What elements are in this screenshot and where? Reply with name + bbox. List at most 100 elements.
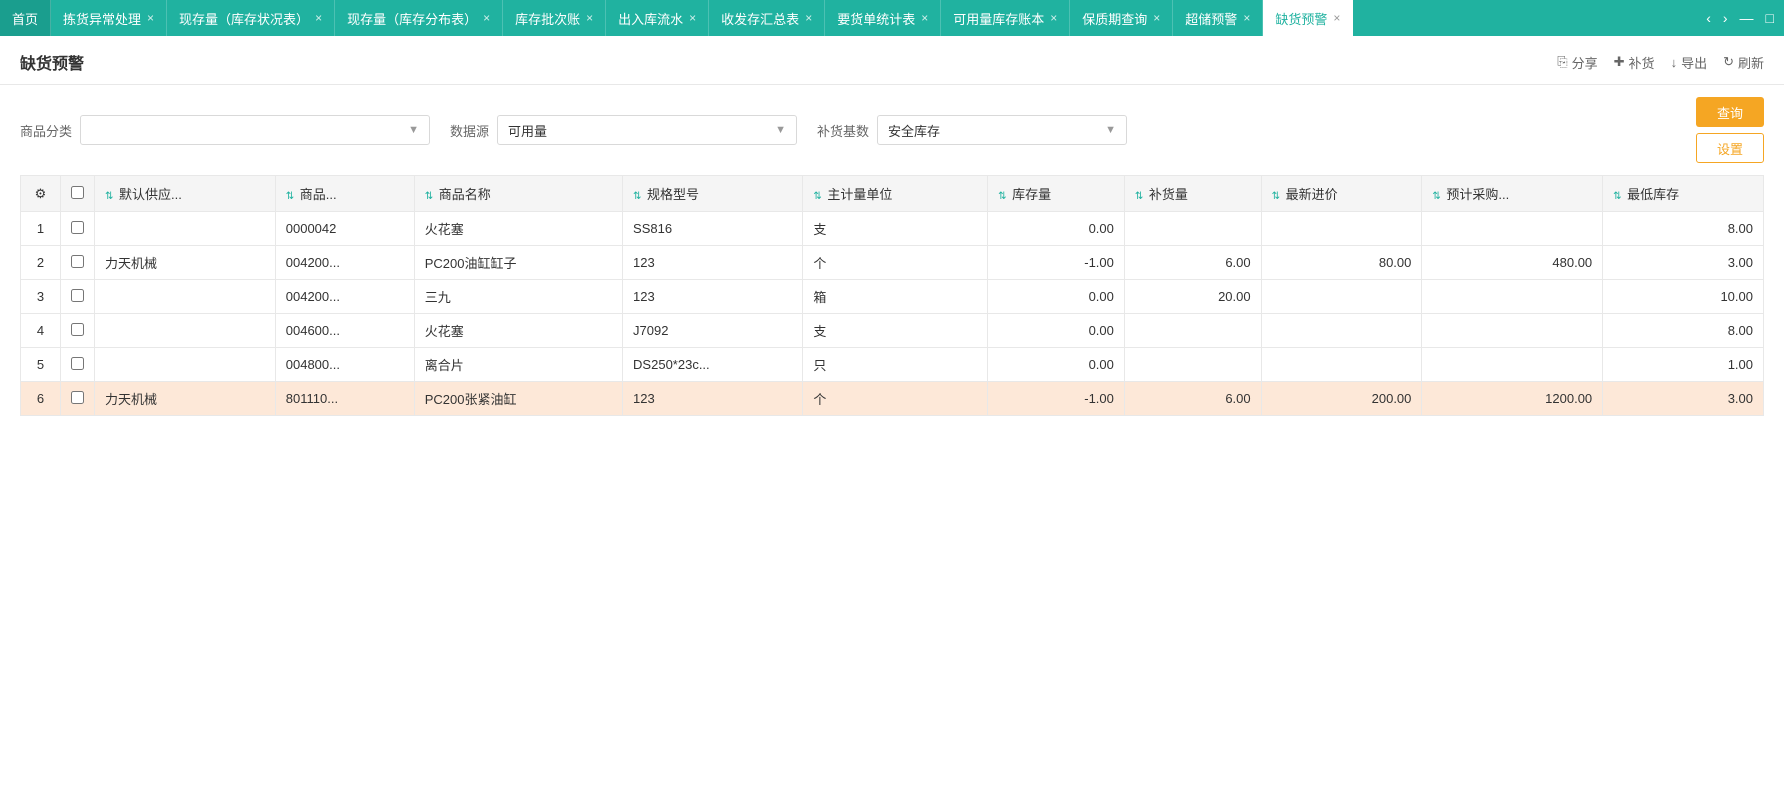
replenish-basis-label: 补货基数	[817, 121, 869, 140]
settings-gear-icon: ⚙	[35, 186, 47, 201]
share-button[interactable]: ⎘ 分享	[1557, 53, 1597, 72]
tab-next-btn[interactable]: ›	[1717, 8, 1734, 28]
refresh-button[interactable]: ↻ 刷新	[1723, 53, 1764, 72]
category-select[interactable]: ▼	[80, 115, 430, 145]
tab-close-order-stats[interactable]: ×	[921, 11, 928, 25]
tab-item-home[interactable]: 首页	[0, 0, 51, 36]
row-num: 2	[21, 246, 61, 280]
cell-unit: 个	[803, 382, 988, 416]
datasource-chevron-icon: ▼	[775, 124, 786, 136]
col-replenish-qty[interactable]: ⇅ 补货量	[1124, 176, 1261, 212]
row-checkbox-cell[interactable]	[61, 382, 95, 416]
select-all-checkbox[interactable]	[71, 186, 84, 199]
page-header: 缺货预警 ⎘ 分享 ✚ 补货 ↓ 导出 ↻ 刷新	[0, 36, 1784, 85]
cell-estimated-purchase	[1422, 212, 1603, 246]
tab-prev-btn[interactable]: ‹	[1700, 8, 1717, 28]
row-checkbox[interactable]	[71, 289, 84, 302]
tab-close-inventory-dist[interactable]: ×	[483, 11, 490, 25]
row-num: 1	[21, 212, 61, 246]
col-checkbox[interactable]	[61, 176, 95, 212]
cell-product-code: 0000042	[275, 212, 414, 246]
export-button[interactable]: ↓ 导出	[1671, 53, 1708, 72]
datasource-select[interactable]: 可用量 ▼	[497, 115, 797, 145]
row-checkbox[interactable]	[71, 323, 84, 336]
tab-close-expiry-query[interactable]: ×	[1153, 11, 1160, 25]
col-settings[interactable]: ⚙	[21, 176, 61, 212]
tab-item-inventory-status[interactable]: 现存量（库存状况表）×	[167, 0, 335, 36]
cell-unit: 只	[803, 348, 988, 382]
cell-product-name: PC200油缸缸子	[414, 246, 622, 280]
cell-latest-price: 200.00	[1261, 382, 1422, 416]
replenish-basis-chevron-icon: ▼	[1105, 124, 1116, 136]
tab-close-exception[interactable]: ×	[147, 11, 154, 25]
tab-nav-buttons: ‹ › — □	[1700, 8, 1784, 28]
col-product-code[interactable]: ⇅ 商品...	[275, 176, 414, 212]
tab-item-order-stats[interactable]: 要货单统计表×	[825, 0, 941, 36]
tab-close-batch-account[interactable]: ×	[586, 11, 593, 25]
row-checkbox[interactable]	[71, 357, 84, 370]
sort-icon: ⇅	[105, 191, 113, 202]
tab-item-exception[interactable]: 拣货异常处理×	[51, 0, 167, 36]
row-checkbox-cell[interactable]	[61, 212, 95, 246]
col-unit[interactable]: ⇅ 主计量单位	[803, 176, 988, 212]
col-latest-price[interactable]: ⇅ 最新进价	[1261, 176, 1422, 212]
setting-button[interactable]: 设置	[1696, 133, 1764, 163]
row-checkbox[interactable]	[71, 255, 84, 268]
cell-product-code: 004200...	[275, 246, 414, 280]
tab-close-inout-flow[interactable]: ×	[689, 11, 696, 25]
cell-product-name: 火花塞	[414, 212, 622, 246]
sort-icon: ⇅	[1432, 191, 1440, 202]
replenish-basis-select[interactable]: 安全库存 ▼	[877, 115, 1127, 145]
col-default-supplier[interactable]: ⇅ 默认供应...	[95, 176, 276, 212]
cell-unit: 箱	[803, 280, 988, 314]
tab-item-shortage[interactable]: 缺货预警×	[1263, 0, 1353, 36]
cell-latest-price	[1261, 212, 1422, 246]
cell-estimated-purchase: 480.00	[1422, 246, 1603, 280]
query-button[interactable]: 查询	[1696, 97, 1764, 127]
category-filter: 商品分类 ▼	[20, 115, 430, 145]
tab-close-inventory-status[interactable]: ×	[315, 11, 322, 25]
tab-item-batch-account[interactable]: 库存批次账×	[503, 0, 606, 36]
cell-product-code: 004200...	[275, 280, 414, 314]
cell-default-supplier: 力天机械	[95, 382, 276, 416]
tab-close-avail-ledger[interactable]: ×	[1050, 11, 1057, 25]
row-checkbox-cell[interactable]	[61, 246, 95, 280]
col-spec[interactable]: ⇅ 规格型号	[623, 176, 803, 212]
tab-item-inventory-dist[interactable]: 现存量（库存分布表）×	[335, 0, 503, 36]
tab-item-expiry-query[interactable]: 保质期查询×	[1070, 0, 1173, 36]
col-min-stock[interactable]: ⇅ 最低库存	[1603, 176, 1764, 212]
replenish-icon: ✚	[1614, 54, 1625, 70]
cell-default-supplier	[95, 314, 276, 348]
tab-item-avail-ledger[interactable]: 可用量库存账本×	[941, 0, 1070, 36]
tab-item-overstock[interactable]: 超储预警×	[1173, 0, 1263, 36]
cell-latest-price	[1261, 348, 1422, 382]
row-checkbox[interactable]	[71, 221, 84, 234]
cell-stock: -1.00	[988, 246, 1125, 280]
replenish-button[interactable]: ✚ 补货	[1614, 53, 1655, 72]
tab-item-inout-flow[interactable]: 出入库流水×	[606, 0, 709, 36]
tab-close-overstock[interactable]: ×	[1243, 11, 1250, 25]
col-stock[interactable]: ⇅ 库存量	[988, 176, 1125, 212]
sort-icon: ⇅	[1272, 191, 1280, 202]
cell-spec: SS816	[623, 212, 803, 246]
tab-bar: 首页拣货异常处理×现存量（库存状况表）×现存量（库存分布表）×库存批次账×出入库…	[0, 0, 1784, 36]
tab-close-shortage[interactable]: ×	[1333, 11, 1340, 25]
table-row: 4 004600... 火花塞 J7092 支 0.00 8.00	[21, 314, 1764, 348]
cell-product-name: 离合片	[414, 348, 622, 382]
category-label: 商品分类	[20, 121, 72, 140]
sort-icon: ⇅	[813, 191, 821, 202]
cell-min-stock: 8.00	[1603, 314, 1764, 348]
row-checkbox-cell[interactable]	[61, 280, 95, 314]
cell-replenish-qty: 20.00	[1124, 280, 1261, 314]
row-checkbox-cell[interactable]	[61, 348, 95, 382]
tab-item-collect-summary[interactable]: 收发存汇总表×	[709, 0, 825, 36]
tab-minimize-btn[interactable]: —	[1734, 8, 1760, 28]
share-icon: ⎘	[1557, 54, 1567, 70]
cell-spec: J7092	[623, 314, 803, 348]
row-checkbox[interactable]	[71, 391, 84, 404]
col-estimated-purchase[interactable]: ⇅ 预计采购...	[1422, 176, 1603, 212]
col-product-name[interactable]: ⇅ 商品名称	[414, 176, 622, 212]
row-checkbox-cell[interactable]	[61, 314, 95, 348]
tab-close-collect-summary[interactable]: ×	[805, 11, 812, 25]
tab-maximize-btn[interactable]: □	[1760, 8, 1780, 28]
